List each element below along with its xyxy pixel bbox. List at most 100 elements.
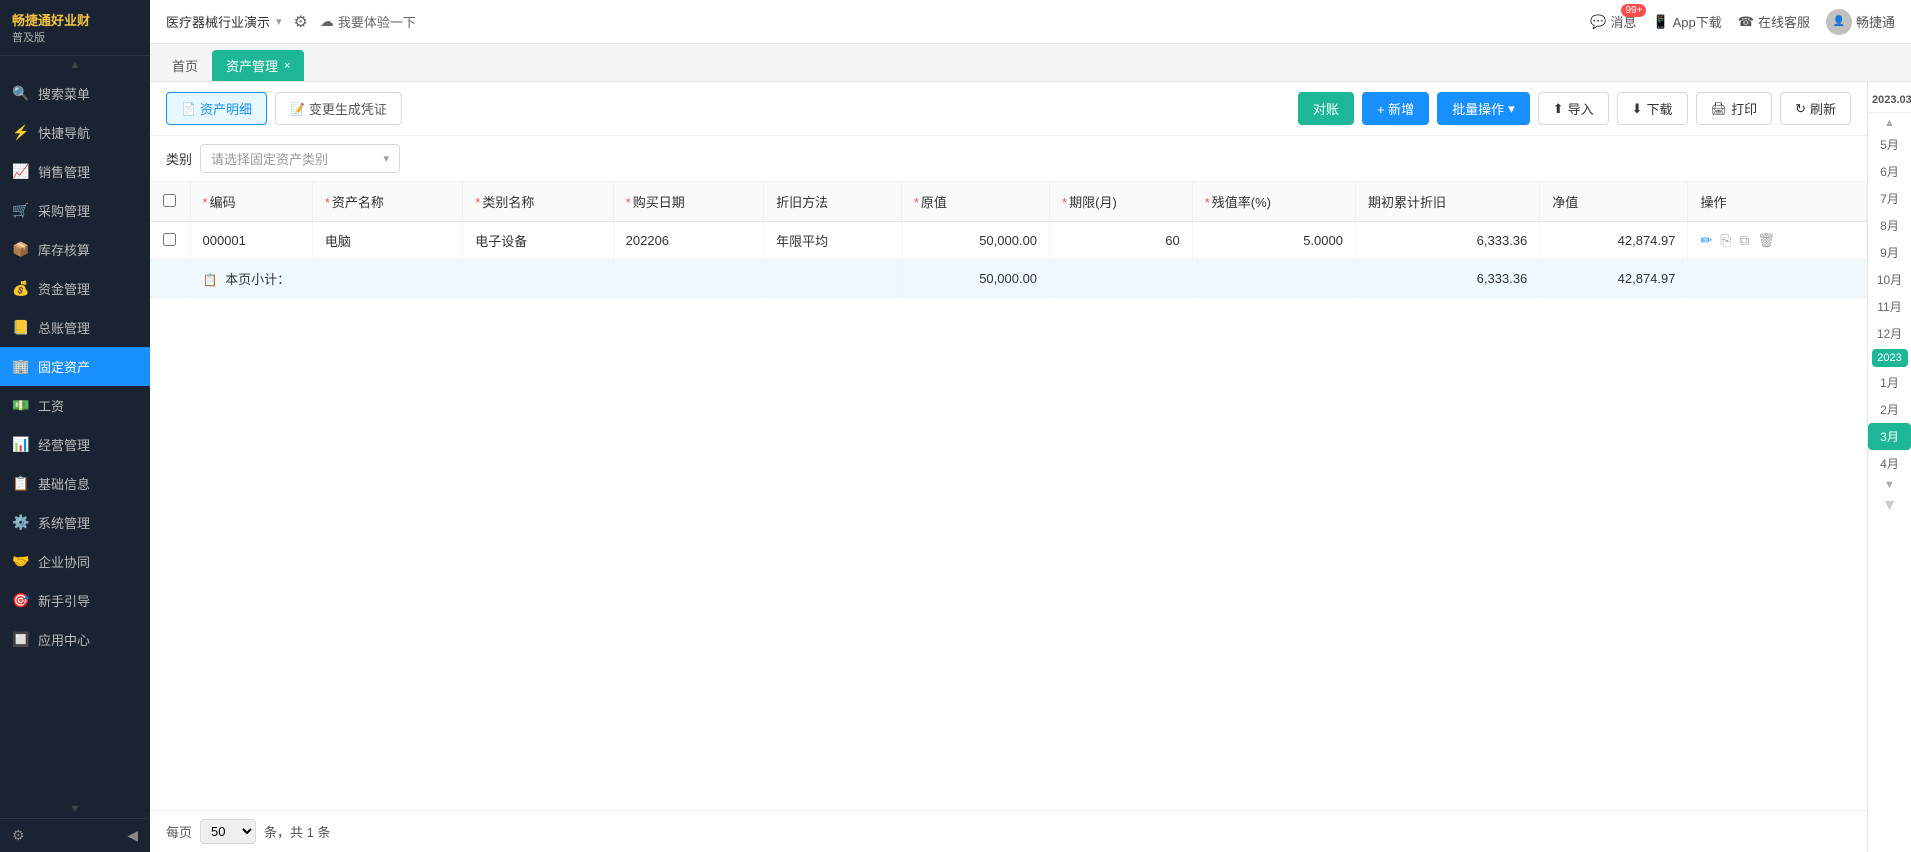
right-panel-month-12[interactable]: 12月	[1868, 320, 1911, 347]
cell-depreciation-method: 年限平均	[764, 222, 902, 260]
right-panel-nav-down[interactable]: ▼	[1884, 479, 1895, 491]
per-page-select[interactable]: 50 20 100	[200, 819, 256, 844]
right-panel-month-8[interactable]: 8月	[1868, 212, 1911, 239]
company-name: 医疗器械行业演示	[166, 12, 270, 31]
tab-assets[interactable]: 资产管理 ×	[212, 50, 304, 81]
col-residual-rate: *残值率(%)	[1192, 182, 1355, 222]
inventory-icon: 📦	[12, 241, 30, 259]
batch-button[interactable]: 批量操作 ▾	[1437, 92, 1530, 125]
sidebar-item-label: 采购管理	[38, 201, 90, 220]
right-panel-nav-up[interactable]: ▲	[1884, 117, 1895, 129]
new-button[interactable]: + 新增	[1362, 92, 1429, 125]
sidebar-item-inventory[interactable]: 📦 库存核算	[0, 230, 150, 269]
message-btn[interactable]: 💬 消息 99+	[1590, 12, 1636, 31]
collapse-icon[interactable]: ◀	[127, 827, 138, 844]
filter-arrow-icon: ▾	[383, 152, 389, 165]
right-panel-bottom-nav[interactable]: ▼	[1882, 497, 1898, 515]
cell-accumulated-dep: 6,333.36	[1355, 222, 1539, 260]
sidebar-item-operations[interactable]: 📊 经营管理	[0, 425, 150, 464]
operations-icon: 📊	[12, 436, 30, 454]
cloud-icon: ☁	[320, 13, 334, 30]
sidebar-item-label: 经营管理	[38, 435, 90, 454]
sidebar-item-quicknav[interactable]: ⚡ 快捷导航	[0, 113, 150, 152]
col-net-value: 净值	[1540, 182, 1688, 222]
right-panel-month-1[interactable]: 1月	[1868, 369, 1911, 396]
user-btn[interactable]: 👤 畅捷通	[1826, 9, 1895, 35]
right-panel-month-7[interactable]: 7月	[1868, 185, 1911, 212]
download-label: 下载	[1647, 99, 1673, 118]
sidebar-scroll-down[interactable]: ▼	[0, 800, 150, 818]
subtotal-empty-3	[1050, 260, 1193, 298]
sidebar-item-label: 资金管理	[38, 279, 90, 298]
row-checkbox[interactable]	[163, 233, 176, 246]
refresh-label: 刷新	[1810, 99, 1836, 118]
print-button[interactable]: 🖨 打印	[1696, 92, 1773, 125]
sidebar-item-apps[interactable]: 🔲 应用中心	[0, 620, 150, 659]
subtotal-label-cell: 📋 本页小计：	[190, 260, 764, 298]
right-panel-month-2[interactable]: 2月	[1868, 396, 1911, 423]
service-btn[interactable]: ☎ 在线客服	[1738, 12, 1810, 31]
sidebar-logo: 畅捷通好业财 普及版	[0, 0, 150, 56]
change-voucher-icon: 📝	[290, 102, 305, 116]
sidebar: 畅捷通好业财 普及版 ▲ 🔍 搜索菜单 ⚡ 快捷导航 📈 销售管理 🛒 采购管理…	[0, 0, 150, 852]
filter-row: 类别 请选择固定资产类别 ▾	[150, 136, 1867, 182]
right-panel-month-11[interactable]: 11月	[1868, 293, 1911, 320]
company-selector[interactable]: 医疗器械行业演示 ▾	[166, 12, 282, 31]
sidebar-item-enterprise[interactable]: 🤝 企业协同	[0, 542, 150, 581]
tab-close-icon[interactable]: ×	[284, 60, 290, 72]
funds-icon: 💰	[12, 280, 30, 298]
sidebar-scroll-up[interactable]: ▲	[0, 56, 150, 74]
download-button[interactable]: ⬇ 下载	[1617, 92, 1688, 125]
tab-asset-detail[interactable]: 📄 资产明细	[166, 92, 267, 125]
enterprise-icon: 🤝	[12, 553, 30, 571]
right-panel-month-4[interactable]: 4月	[1868, 450, 1911, 477]
copy-icon[interactable]: ⎘	[1720, 232, 1731, 249]
tab-change-voucher[interactable]: 📝 变更生成凭证	[275, 92, 402, 125]
action-buttons: ✏ ⎘ ⧉ 🗑	[1700, 232, 1854, 249]
sidebar-item-system[interactable]: ⚙️ 系统管理	[0, 503, 150, 542]
cell-period: 60	[1050, 222, 1193, 260]
settings-icon[interactable]: ⚙	[12, 827, 25, 844]
right-panel-month-10[interactable]: 10月	[1868, 266, 1911, 293]
right-panel-month-9[interactable]: 9月	[1868, 239, 1911, 266]
col-name: *资产名称	[312, 182, 462, 222]
more-icon[interactable]: ⧉	[1739, 232, 1749, 249]
purchase-icon: 🛒	[12, 202, 30, 220]
subtotal-icon: 📋	[203, 273, 218, 287]
right-panel-month-5[interactable]: 5月	[1868, 131, 1911, 158]
right-panel-month-3-current[interactable]: 3月	[1868, 423, 1911, 450]
topbar: 医疗器械行业演示 ▾ ⚙ ☁ 我要体验一下 💬 消息 99+ 📱 App下载 ☎…	[150, 0, 1911, 44]
batch-arrow-icon: ▾	[1508, 101, 1515, 117]
import-button[interactable]: ⬆ 导入	[1538, 92, 1609, 125]
subtotal-row: 📋 本页小计： 50,000.00 6,333.36 42,874.97	[150, 260, 1867, 298]
sidebar-item-funds[interactable]: 💰 资金管理	[0, 269, 150, 308]
delete-icon[interactable]: 🗑	[1757, 232, 1775, 249]
app-download-btn[interactable]: 📱 App下载	[1652, 12, 1721, 31]
col-actions: 操作	[1688, 182, 1867, 222]
tabs-area: 首页 资产管理 ×	[150, 44, 1911, 82]
sidebar-item-salary[interactable]: 💵 工资	[0, 386, 150, 425]
sidebar-item-search[interactable]: 🔍 搜索菜单	[0, 74, 150, 113]
category-filter[interactable]: 请选择固定资产类别 ▾	[200, 144, 400, 173]
table-row: 000001 电脑 电子设备 202206 年限平均 50,000.00 60 …	[150, 222, 1867, 260]
search-icon: 🔍	[12, 85, 30, 103]
right-panel-month-6[interactable]: 6月	[1868, 158, 1911, 185]
select-all-checkbox[interactable]	[163, 194, 176, 207]
cell-purchase-date: 202206	[613, 222, 763, 260]
sidebar-item-purchase[interactable]: 🛒 采购管理	[0, 191, 150, 230]
edit-icon[interactable]: ✏	[1700, 232, 1712, 249]
quicknav-icon: ⚡	[12, 124, 30, 142]
sidebar-item-assets[interactable]: 🏢 固定资产	[0, 347, 150, 386]
sidebar-item-basic[interactable]: 📋 基础信息	[0, 464, 150, 503]
experience-btn[interactable]: ☁ 我要体验一下	[320, 12, 416, 31]
print-label: 打印	[1731, 99, 1757, 118]
refresh-button[interactable]: ↻ 刷新	[1780, 92, 1851, 125]
reconcile-button[interactable]: 对账	[1298, 92, 1354, 125]
cell-original-value: 50,000.00	[901, 222, 1049, 260]
tab-home[interactable]: 首页	[162, 50, 208, 81]
sidebar-item-ledger[interactable]: 📒 总账管理	[0, 308, 150, 347]
topbar-settings-icon[interactable]: ⚙	[294, 12, 308, 32]
avatar: 👤	[1826, 9, 1852, 35]
sidebar-item-guide[interactable]: 🎯 新手引导	[0, 581, 150, 620]
sidebar-item-sales[interactable]: 📈 销售管理	[0, 152, 150, 191]
